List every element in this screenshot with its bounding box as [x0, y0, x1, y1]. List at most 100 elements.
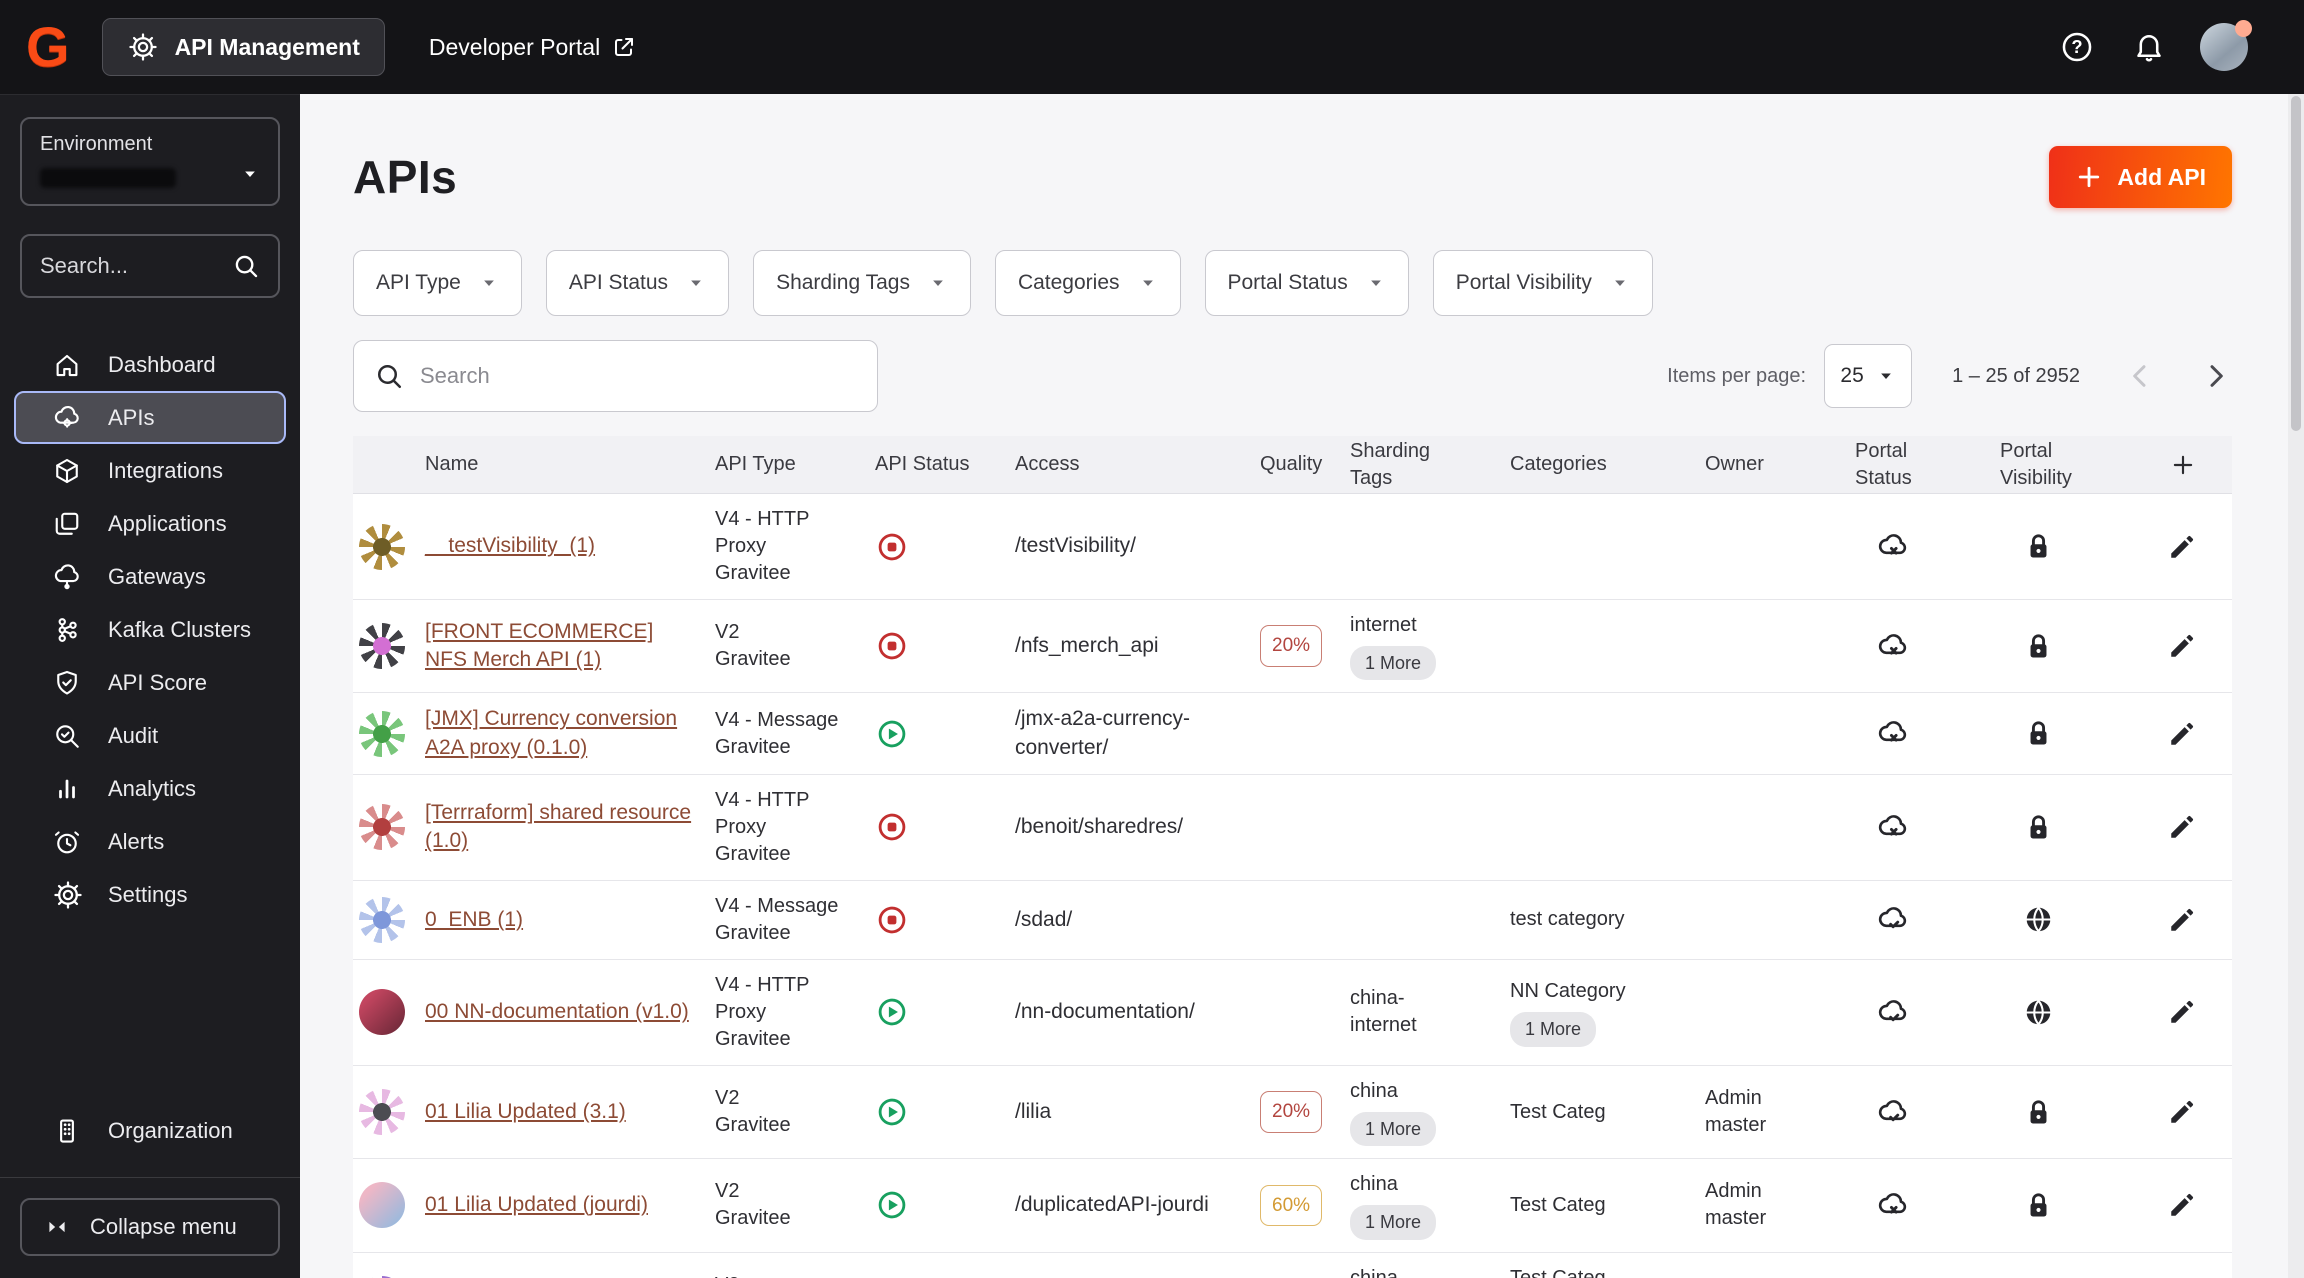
filter-sharding-tags[interactable]: Sharding Tags — [753, 250, 971, 316]
app-switcher-button[interactable]: API Management — [101, 18, 385, 76]
filter-label: Portal Visibility — [1455, 271, 1592, 294]
previous-page-button[interactable] — [2124, 360, 2156, 392]
api-status-cell — [875, 629, 1015, 663]
sharding-tag: china — [1350, 1266, 1398, 1278]
category-label: Test Categ — [1510, 1266, 1606, 1278]
edit-api-button[interactable] — [2163, 901, 2201, 939]
visibility-private-icon — [2022, 717, 2131, 750]
edit-api-button[interactable] — [2163, 528, 2201, 566]
api-name-link[interactable]: 00 NN-documentation (v1.0) — [425, 1000, 689, 1023]
column-header-owner[interactable]: Owner — [1705, 451, 1855, 478]
environment-selector[interactable]: Environment — [20, 117, 280, 206]
edit-api-button[interactable] — [2163, 993, 2201, 1031]
sidebar-search[interactable] — [20, 234, 280, 298]
sidebar: Environment Dashboard APIs Integrations … — [0, 94, 300, 1278]
next-page-button[interactable] — [2200, 360, 2232, 392]
api-name-link[interactable]: 0_ENB (1) — [425, 908, 523, 931]
gravitee-logo[interactable]: G — [26, 19, 70, 75]
sidebar-item-dashboard[interactable]: Dashboard — [14, 338, 286, 391]
sidebar-item-applications[interactable]: Applications — [14, 497, 286, 550]
portal-unpublished-icon — [1877, 717, 1986, 750]
developer-portal-link[interactable]: Developer Portal — [429, 34, 636, 61]
api-access-cell: /duplicatedAPI-jourdi — [1015, 1193, 1209, 1217]
portal-status-cell — [1855, 903, 2000, 936]
column-header-api-status[interactable]: API Status — [875, 451, 1015, 478]
portal-unpublished-icon — [1877, 530, 1986, 563]
sidebar-item-analytics[interactable]: Analytics — [14, 762, 286, 815]
portal-visibility-cell — [2000, 530, 2145, 563]
sidebar-item-api-score[interactable]: API Score — [14, 656, 286, 709]
quality-badge: 60% — [1260, 1184, 1323, 1227]
sidebar-search-input[interactable] — [40, 253, 218, 279]
column-header-sharding-tags[interactable]: Sharding Tags — [1350, 438, 1510, 492]
cloud-gear-icon — [52, 403, 82, 433]
filter-categories[interactable]: Categories — [994, 250, 1181, 316]
sharding-more-chip[interactable]: 1 More — [1350, 646, 1437, 681]
filter-api-type[interactable]: API Type — [353, 250, 522, 316]
api-name-link[interactable]: 01 Lilia Updated (3.1) — [425, 1100, 626, 1123]
api-status-cell — [875, 995, 1015, 1029]
collapse-menu-button[interactable]: Collapse menu — [20, 1198, 280, 1256]
gear-icon — [52, 879, 82, 911]
building-icon — [52, 1116, 82, 1146]
table-search[interactable] — [353, 340, 878, 412]
edit-api-button[interactable] — [2163, 808, 2201, 846]
sidebar-item-apis[interactable]: APIs — [14, 391, 286, 444]
portal-published-icon — [1877, 903, 1986, 936]
sharding-more-chip[interactable]: 1 More — [1350, 1205, 1437, 1240]
portal-published-icon — [1877, 1096, 1986, 1129]
edit-api-button[interactable] — [2163, 627, 2201, 665]
api-name-link[interactable]: [FRONT ECOMMERCE] NFS Merch API (1) — [425, 620, 653, 671]
column-header-portal-status[interactable]: Portal Status — [1855, 438, 2000, 492]
column-header-api-type[interactable]: API Type — [715, 451, 875, 478]
column-header-quality[interactable]: Quality — [1260, 451, 1350, 478]
scrollbar-thumb[interactable] — [2291, 96, 2301, 431]
categories-cell: test category — [1510, 906, 1705, 933]
search-icon — [374, 361, 404, 391]
table-search-input[interactable] — [420, 363, 857, 389]
portal-status-cell — [1855, 630, 2000, 663]
help-button[interactable]: ? — [2060, 30, 2094, 64]
cloud-node-icon — [52, 562, 82, 592]
items-per-page-select[interactable]: 25 — [1824, 344, 1913, 408]
chevron-right-icon — [2200, 360, 2232, 392]
add-column-button[interactable] — [2145, 452, 2232, 478]
user-menu-button[interactable] — [2200, 20, 2252, 71]
filter-portal-status[interactable]: Portal Status — [1204, 250, 1409, 316]
sidebar-item-integrations[interactable]: Integrations — [14, 444, 286, 497]
filter-api-status[interactable]: API Status — [545, 250, 730, 316]
api-name-link[interactable]: [Terrraform] shared resource (1.0) — [425, 801, 691, 852]
sharding-more-chip[interactable]: 1 More — [1350, 1111, 1437, 1147]
filter-portal-visibility[interactable]: Portal Visibility — [1432, 250, 1653, 316]
quality-badge: 20% — [1260, 625, 1323, 667]
column-header-access[interactable]: Access — [1015, 451, 1260, 478]
portal-published-icon — [1877, 996, 1986, 1029]
table-row: 01 Lilia Updated (jourdi) V2 Gravitee /du… — [353, 1159, 2232, 1253]
edit-api-button[interactable] — [2163, 1093, 2201, 1131]
column-header-categories[interactable]: Categories — [1510, 451, 1705, 478]
edit-api-button[interactable] — [2163, 1186, 2201, 1224]
api-started-icon — [875, 717, 909, 751]
sidebar-item-organization[interactable]: Organization — [14, 1104, 286, 1157]
table-body: __testVisibility_(1) V4 - HTTP Proxy Grav… — [353, 494, 2232, 1278]
api-name-link[interactable]: __testVisibility_(1) — [425, 534, 595, 557]
portal-visibility-cell — [2000, 630, 2145, 663]
notifications-button[interactable] — [2132, 30, 2166, 64]
filter-label: Categories — [1017, 271, 1120, 294]
sidebar-item-kafka-clusters[interactable]: Kafka Clusters — [14, 603, 286, 656]
owner-cell: Admin master — [1705, 1086, 1767, 1136]
main-content: APIs Add API API Type API Status Shardin… — [300, 94, 2304, 1278]
edit-api-button[interactable] — [2163, 715, 2201, 753]
alarm-clock-icon — [52, 827, 82, 857]
api-name-link[interactable]: 01 Lilia Updated (jourdi) — [425, 1193, 648, 1216]
column-header-portal-visibility[interactable]: Portal Visibility — [2000, 438, 2145, 492]
sidebar-item-alerts[interactable]: Alerts — [14, 815, 286, 868]
api-name-link[interactable]: [JMX] Currency conversion A2A proxy (0.1… — [425, 707, 677, 758]
column-header-name[interactable]: Name — [425, 451, 715, 478]
sidebar-item-gateways[interactable]: Gateways — [14, 550, 286, 603]
sidebar-item-audit[interactable]: Audit — [14, 709, 286, 762]
categories-more-chip[interactable]: 1 More — [1510, 1012, 1597, 1047]
api-started-icon — [875, 1095, 909, 1129]
add-api-button[interactable]: Add API — [2049, 146, 2232, 208]
sidebar-item-settings[interactable]: Settings — [14, 868, 286, 921]
